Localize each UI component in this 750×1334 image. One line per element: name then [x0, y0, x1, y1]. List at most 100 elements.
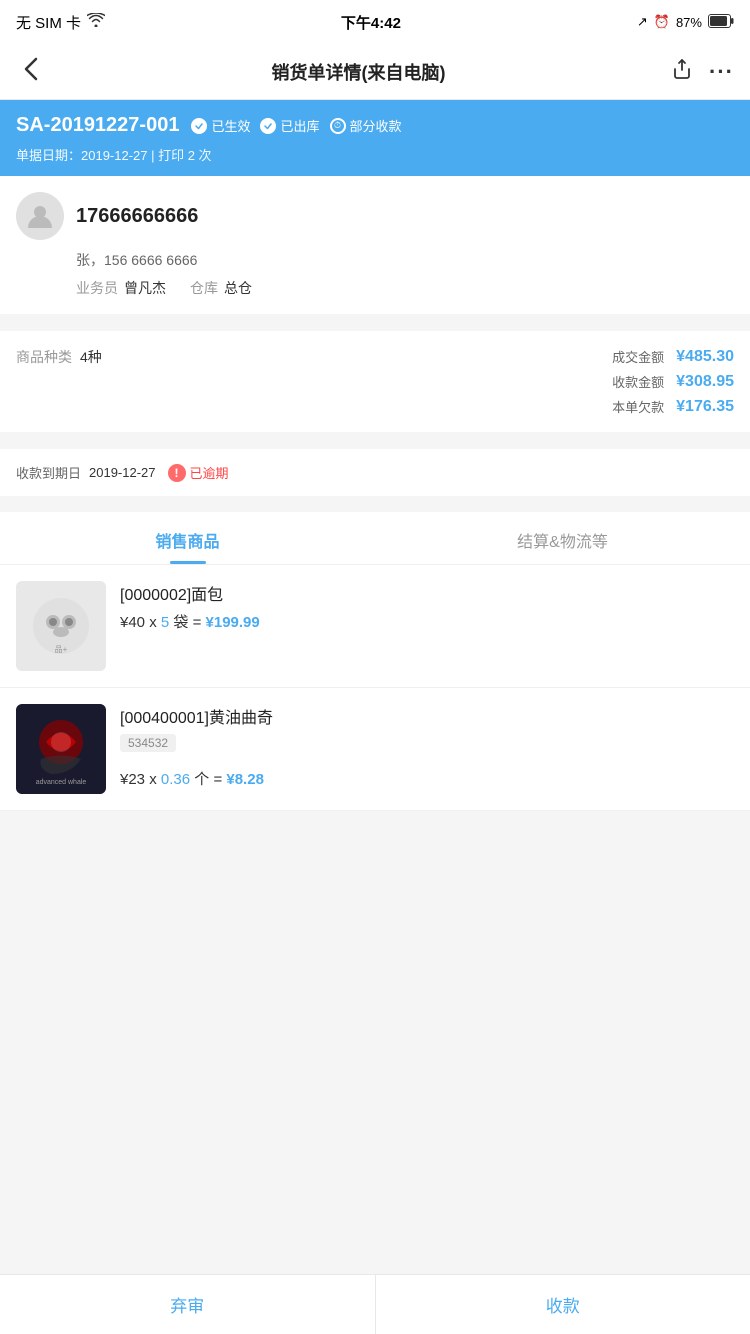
summary-left: 商品种类 4种	[16, 347, 102, 367]
status-left: 无 SIM 卡	[16, 12, 105, 33]
amount-label-3: 本单欠款	[612, 397, 664, 416]
carrier-text: 无 SIM 卡	[16, 12, 81, 33]
page-title: 销货单详情(来自电脑)	[272, 59, 446, 85]
product-item-2: advanced whale [000400001]黄油曲奇 534532 ¥2…	[0, 688, 750, 811]
products-section: 品+ [0000002]面包 ¥40 x 5 袋 = ¥199.99	[0, 565, 750, 811]
tabs-section: 销售商品 结算&物流等	[0, 512, 750, 565]
warehouse-value: 总仓	[224, 278, 252, 298]
customer-row: 17666666666	[16, 192, 734, 240]
battery-text: 87%	[676, 15, 702, 30]
status-badge-shipped: 已出库	[260, 116, 319, 135]
battery-icon	[708, 14, 734, 31]
amount-value-1: ¥485.30	[676, 348, 734, 366]
product-price-2: ¥23	[120, 771, 145, 788]
salesperson-item: 业务员 曾凡杰	[76, 278, 166, 298]
amount-row-1: 成交金额 ¥485.30	[612, 347, 734, 366]
nav-actions: ···	[671, 58, 734, 86]
product-sku-2: 534532	[120, 734, 176, 752]
product-qty-1: 5	[161, 614, 169, 631]
customer-section: 17666666666 张，156 6666 6666 业务员 曾凡杰 仓库 总…	[0, 176, 750, 314]
amount-label-2: 收款金额	[612, 372, 664, 391]
status-badges: 已生效 已出库 ⏱ 部分收款	[191, 116, 401, 135]
tab-settlement[interactable]: 结算&物流等	[375, 512, 750, 564]
tab-sales-products[interactable]: 销售商品	[0, 512, 375, 564]
status-right: ↗ ⏰ 87%	[637, 14, 734, 31]
nav-bar: 销货单详情(来自电脑) ···	[0, 44, 750, 100]
overdue-icon: !	[168, 464, 186, 482]
summary-row: 商品种类 4种 成交金额 ¥485.30 收款金额 ¥308.95 本单欠款 ¥…	[16, 347, 734, 416]
status-active-label: 已生效	[211, 116, 250, 135]
amount-value-3: ¥176.35	[676, 398, 734, 416]
product-item-1: 品+ [0000002]面包 ¥40 x 5 袋 = ¥199.99	[0, 565, 750, 688]
product-type-value: 4种	[80, 347, 102, 367]
salesperson-value: 曾凡杰	[124, 278, 166, 298]
avatar	[16, 192, 64, 240]
warehouse-label: 仓库	[190, 278, 218, 298]
customer-detail: 张，156 6666 6666	[76, 250, 734, 270]
bottom-spacer	[0, 811, 750, 891]
tab-sales-label: 销售商品	[155, 534, 219, 551]
product-total-1: ¥199.99	[206, 614, 260, 631]
product-type-label: 商品种类	[16, 347, 72, 367]
product-unit-2: 个	[194, 771, 209, 788]
clock-icon: ⏱	[330, 118, 346, 134]
summary-right: 成交金额 ¥485.30 收款金额 ¥308.95 本单欠款 ¥176.35	[612, 347, 734, 416]
product-name-1: [0000002]面包	[120, 581, 734, 605]
divider-1	[0, 315, 750, 323]
customer-meta: 业务员 曾凡杰 仓库 总仓	[76, 278, 734, 298]
status-time: 下午4:42	[341, 12, 401, 33]
check-icon-1	[191, 118, 207, 134]
due-value: 2019-12-27	[89, 465, 156, 480]
product-price-row-1: ¥40 x 5 袋 = ¥199.99	[120, 611, 734, 632]
share-icon[interactable]	[671, 58, 693, 86]
product-type-row: 商品种类 4种	[16, 347, 102, 367]
status-badge-partial: ⏱ 部分收款	[330, 116, 402, 135]
status-bar: 无 SIM 卡 下午4:42 ↗ ⏰ 87%	[0, 0, 750, 44]
wifi-icon	[87, 13, 105, 31]
svg-text:品+: 品+	[55, 645, 68, 654]
summary-section: 商品种类 4种 成交金额 ¥485.30 收款金额 ¥308.95 本单欠款 ¥…	[0, 331, 750, 432]
collect-button[interactable]: 收款	[376, 1275, 750, 1334]
amount-label-1: 成交金额	[612, 347, 664, 366]
salesperson-label: 业务员	[76, 278, 118, 298]
tab-underline	[170, 561, 206, 564]
product-thumb-2: advanced whale	[16, 704, 106, 794]
amount-row-2: 收款金额 ¥308.95	[612, 372, 734, 391]
bottom-bar: 弃审 收款	[0, 1274, 750, 1334]
svg-text:advanced whale: advanced whale	[36, 779, 87, 786]
warehouse-item: 仓库 总仓	[190, 278, 252, 298]
order-id: SA-20191227-001	[16, 114, 179, 137]
product-info-1: [0000002]面包 ¥40 x 5 袋 = ¥199.99	[120, 581, 734, 632]
status-shipped-label: 已出库	[280, 116, 319, 135]
divider-3	[0, 496, 750, 504]
product-info-2: [000400001]黄油曲奇 534532 ¥23 x 0.36 个 = ¥8…	[120, 704, 734, 789]
customer-name: 17666666666	[76, 205, 198, 228]
status-partial-label: 部分收款	[350, 116, 402, 135]
product-qty-2: 0.36	[161, 771, 190, 788]
product-image-2: advanced whale	[16, 704, 106, 794]
reject-button[interactable]: 弃审	[0, 1275, 376, 1334]
alarm-icon: ⏰	[654, 14, 670, 30]
due-date-section: 收款到期日 2019-12-27 ! 已逾期	[0, 449, 750, 496]
more-icon[interactable]: ···	[709, 59, 734, 85]
product-placeholder-1: 品+	[16, 581, 106, 671]
product-unit-1: 袋	[173, 614, 188, 631]
back-button[interactable]	[16, 49, 46, 95]
header-date: 单据日期：2019-12-27 | 打印 2 次	[16, 145, 734, 164]
product-name-2: [000400001]黄油曲奇	[120, 704, 734, 728]
header-banner: SA-20191227-001 已生效 已出库 ⏱	[0, 100, 750, 176]
location-icon: ↗	[637, 14, 648, 30]
status-badge-active: 已生效	[191, 116, 250, 135]
overdue-badge: ! 已逾期	[168, 463, 229, 482]
tabs-row: 销售商品 结算&物流等	[0, 512, 750, 564]
product-thumb-1: 品+	[16, 581, 106, 671]
due-label: 收款到期日	[16, 463, 81, 482]
check-icon-2	[260, 118, 276, 134]
product-price-1: ¥40	[120, 614, 145, 631]
product-total-2: ¥8.28	[226, 771, 264, 788]
divider-2	[0, 433, 750, 441]
product-price-row-2: ¥23 x 0.36 个 = ¥8.28	[120, 768, 734, 789]
overdue-text: 已逾期	[190, 463, 229, 482]
tab-settlement-label: 结算&物流等	[517, 534, 608, 551]
amount-value-2: ¥308.95	[676, 373, 734, 391]
